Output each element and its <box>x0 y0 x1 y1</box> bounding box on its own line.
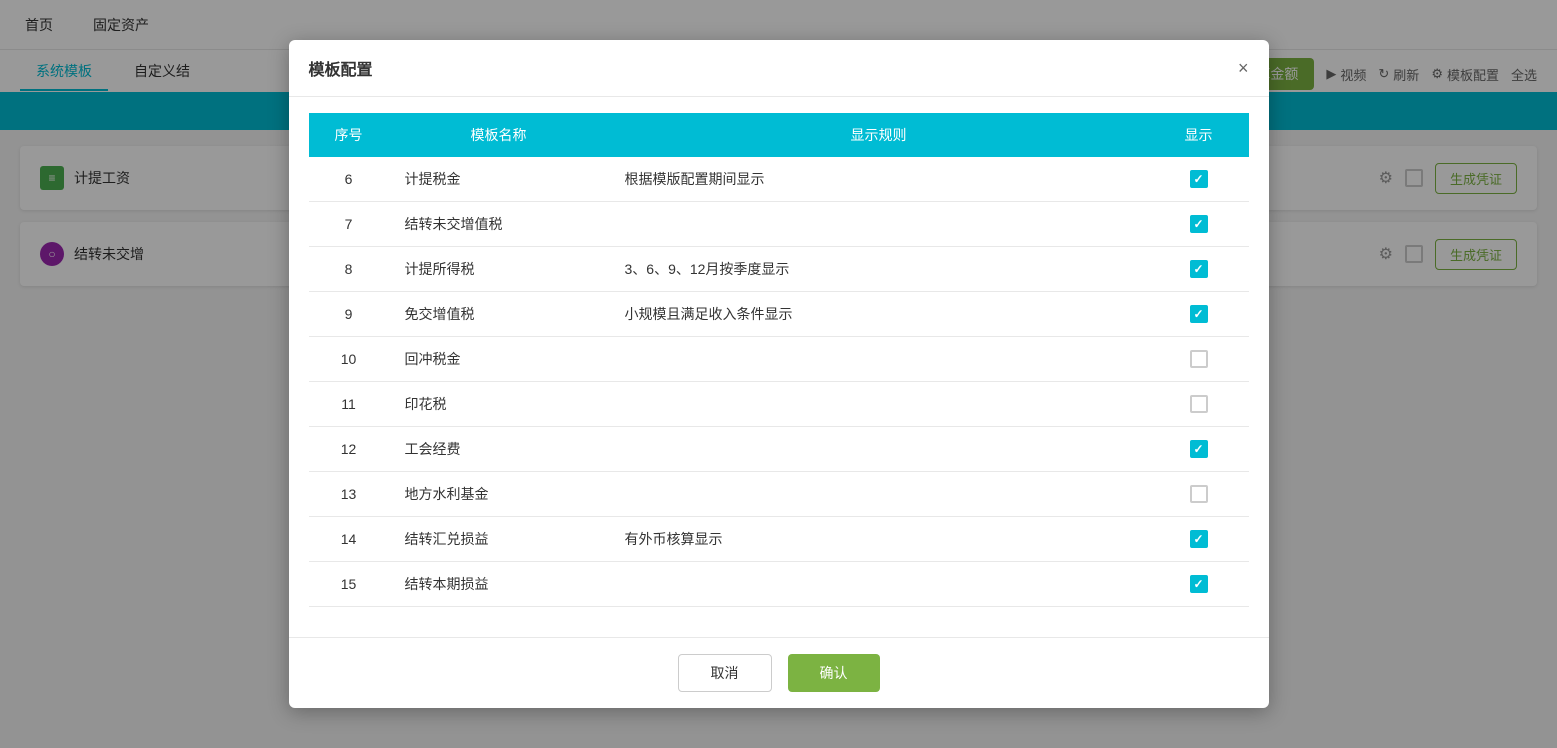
row-name: 地方水利基金 <box>389 472 609 517</box>
row-rule: 根据模版配置期间显示 <box>609 157 1149 202</box>
row-checkbox[interactable] <box>1190 260 1208 278</box>
row-name: 印花税 <box>389 382 609 427</box>
modal-header: 模板配置 × <box>289 40 1269 97</box>
table-scroll-area[interactable]: 序号 模板名称 显示规则 显示 6计提税金根据模版配置期间显示7结转未交增值税8… <box>309 97 1249 617</box>
modal-body: 序号 模板名称 显示规则 显示 6计提税金根据模版配置期间显示7结转未交增值税8… <box>289 97 1269 637</box>
row-rule: 12月份显示 <box>609 607 1149 618</box>
row-display-cell <box>1149 472 1249 517</box>
row-id: 10 <box>309 337 389 382</box>
row-name: 计提税金 <box>389 157 609 202</box>
row-name: 回冲税金 <box>389 337 609 382</box>
row-id: 14 <box>309 517 389 562</box>
row-name: 免交增值税 <box>389 292 609 337</box>
row-checkbox[interactable] <box>1190 440 1208 458</box>
row-rule <box>609 472 1149 517</box>
row-display-cell <box>1149 562 1249 607</box>
row-display-cell <box>1149 337 1249 382</box>
row-display-cell <box>1149 157 1249 202</box>
table-row: 15结转本期损益 <box>309 562 1249 607</box>
row-rule <box>609 562 1149 607</box>
row-rule <box>609 337 1149 382</box>
table-row: 8计提所得税3、6、9、12月按季度显示 <box>309 247 1249 292</box>
col-header-name: 模板名称 <box>389 113 609 157</box>
table-row: 13地方水利基金 <box>309 472 1249 517</box>
row-rule: 3、6、9、12月按季度显示 <box>609 247 1149 292</box>
row-id: 12 <box>309 427 389 472</box>
config-table: 序号 模板名称 显示规则 显示 6计提税金根据模版配置期间显示7结转未交增值税8… <box>309 113 1249 617</box>
row-checkbox[interactable] <box>1190 215 1208 233</box>
row-checkbox[interactable] <box>1190 575 1208 593</box>
row-name: 结转本期损益 <box>389 562 609 607</box>
col-header-id: 序号 <box>309 113 389 157</box>
row-display-cell <box>1149 382 1249 427</box>
row-display-cell <box>1149 292 1249 337</box>
table-row: 6计提税金根据模版配置期间显示 <box>309 157 1249 202</box>
row-id: 9 <box>309 292 389 337</box>
row-display-cell <box>1149 427 1249 472</box>
row-name: 结转未分配利润 <box>389 607 609 618</box>
row-id: 16 <box>309 607 389 618</box>
modal-footer: 取消 确认 <box>289 637 1269 708</box>
row-display-cell <box>1149 247 1249 292</box>
row-id: 11 <box>309 382 389 427</box>
modal-template-config: 模板配置 × 序号 模板名称 显示规则 显示 6计提税金根据模版配置期间显 <box>289 40 1269 708</box>
row-checkbox[interactable] <box>1190 350 1208 368</box>
row-name: 工会经费 <box>389 427 609 472</box>
row-display-cell <box>1149 202 1249 247</box>
row-checkbox[interactable] <box>1190 305 1208 323</box>
table-row: 14结转汇兑损益有外币核算显示 <box>309 517 1249 562</box>
row-name: 计提所得税 <box>389 247 609 292</box>
table-row: 11印花税 <box>309 382 1249 427</box>
row-id: 13 <box>309 472 389 517</box>
row-display-cell <box>1149 517 1249 562</box>
col-header-rule: 显示规则 <box>609 113 1149 157</box>
table-row: 12工会经费 <box>309 427 1249 472</box>
table-row: 10回冲税金 <box>309 337 1249 382</box>
row-rule: 有外币核算显示 <box>609 517 1149 562</box>
col-header-display: 显示 <box>1149 113 1249 157</box>
row-rule: 小规模且满足收入条件显示 <box>609 292 1149 337</box>
row-id: 7 <box>309 202 389 247</box>
table-row: 9免交增值税小规模且满足收入条件显示 <box>309 292 1249 337</box>
row-name: 结转未交增值税 <box>389 202 609 247</box>
row-id: 6 <box>309 157 389 202</box>
modal-close-button[interactable]: × <box>1238 59 1249 77</box>
row-checkbox[interactable] <box>1190 395 1208 413</box>
row-name: 结转汇兑损益 <box>389 517 609 562</box>
row-rule <box>609 382 1149 427</box>
modal-overlay: 模板配置 × 序号 模板名称 显示规则 显示 6计提税金根据模版配置期间显 <box>0 0 1557 748</box>
row-checkbox[interactable] <box>1190 170 1208 188</box>
modal-title: 模板配置 <box>309 56 373 80</box>
table-row: 16结转未分配利润12月份显示 <box>309 607 1249 618</box>
row-display-cell <box>1149 607 1249 618</box>
row-checkbox[interactable] <box>1190 485 1208 503</box>
table-row: 7结转未交增值税 <box>309 202 1249 247</box>
row-rule <box>609 202 1149 247</box>
cancel-button[interactable]: 取消 <box>678 654 772 692</box>
row-rule <box>609 427 1149 472</box>
confirm-button[interactable]: 确认 <box>788 654 880 692</box>
row-id: 8 <box>309 247 389 292</box>
row-id: 15 <box>309 562 389 607</box>
row-checkbox[interactable] <box>1190 530 1208 548</box>
